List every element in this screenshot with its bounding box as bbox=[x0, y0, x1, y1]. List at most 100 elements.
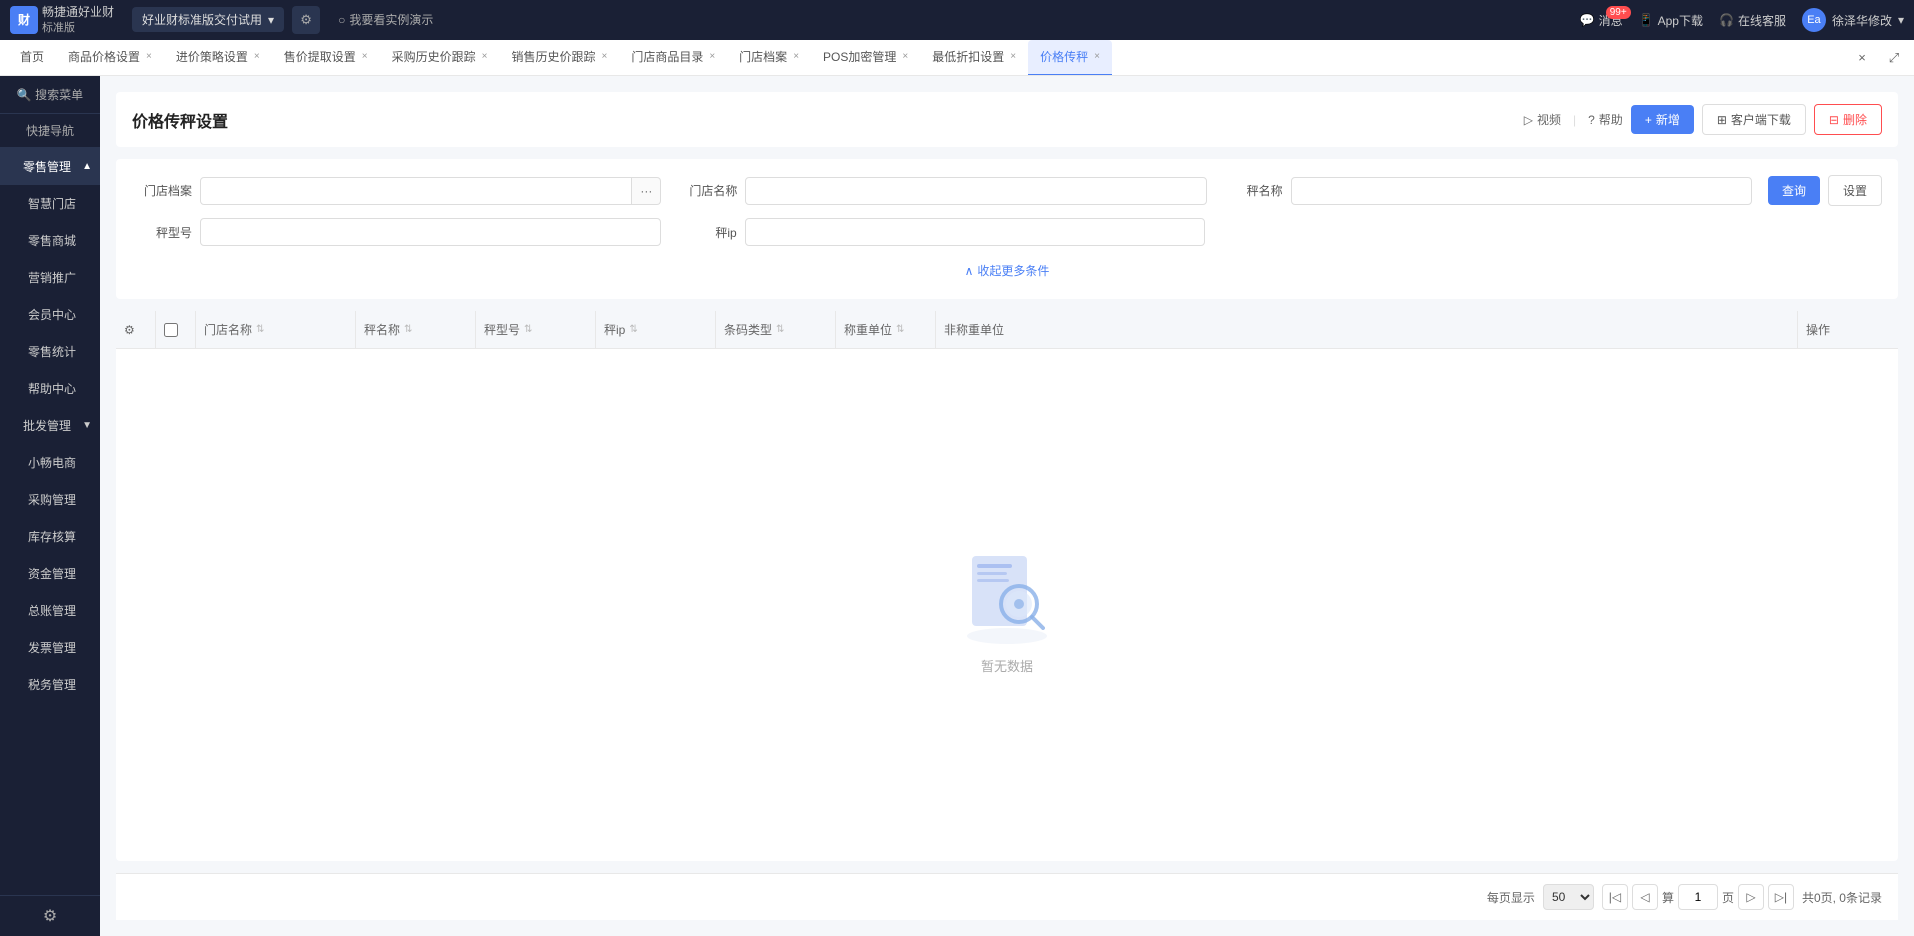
avatar: Ea bbox=[1802, 8, 1826, 32]
sidebar-item-retail[interactable]: 零售管理 ▲ bbox=[0, 148, 100, 185]
sort-scale-model-icon[interactable]: ⇅ bbox=[524, 324, 532, 335]
tab-pos-encrypt[interactable]: POS加密管理 × bbox=[811, 40, 920, 76]
page-prev-button[interactable]: ◁ bbox=[1632, 884, 1658, 910]
sidebar-item-finance[interactable]: 资金管理 bbox=[0, 555, 100, 592]
scale-name-input[interactable] bbox=[1291, 177, 1752, 205]
page-suffix: 页 bbox=[1722, 889, 1734, 906]
sort-scale-ip-icon[interactable]: ⇅ bbox=[629, 324, 637, 335]
sidebar-item-purchase-label: 采购管理 bbox=[12, 491, 92, 508]
sidebar-item-retail-mall[interactable]: 零售商城 bbox=[0, 222, 100, 259]
tab-price-scale[interactable]: 价格传秤 × bbox=[1028, 40, 1112, 76]
online-service-button[interactable]: 🎧 在线客服 bbox=[1719, 12, 1786, 29]
collapse-button[interactable]: ∧ 收起更多条件 bbox=[965, 258, 1050, 283]
tab-sale-price-close[interactable]: × bbox=[362, 51, 368, 62]
th-scale-model-label: 秤型号 bbox=[484, 321, 520, 338]
sidebar-item-tax[interactable]: 税务管理 bbox=[0, 666, 100, 703]
user-area[interactable]: Ea 徐泽华修改 ▾ bbox=[1802, 8, 1904, 32]
th-checkbox[interactable] bbox=[156, 311, 196, 348]
window-minimize-button[interactable]: × bbox=[1850, 46, 1874, 70]
scale-model-input[interactable] bbox=[200, 218, 661, 246]
per-page-select[interactable]: 50 20 100 bbox=[1543, 884, 1594, 910]
sidebar-item-wholesale[interactable]: 批发管理 ▼ bbox=[0, 407, 100, 444]
scale-ip-input[interactable] bbox=[745, 218, 1206, 246]
user-name: 徐泽华修改 bbox=[1832, 12, 1892, 29]
sidebar-item-purchase[interactable]: 采购管理 bbox=[0, 481, 100, 518]
sidebar-item-ledger[interactable]: 总账管理 bbox=[0, 592, 100, 629]
page-first-button[interactable]: |◁ bbox=[1602, 884, 1628, 910]
tab-product-price[interactable]: 商品价格设置 × bbox=[56, 40, 164, 76]
tab-sales-history-close[interactable]: × bbox=[601, 51, 607, 62]
table-section: ⚙ 门店名称 ⇅ 秤名称 ⇅ bbox=[116, 311, 1898, 861]
help-link[interactable]: ? 帮助 bbox=[1588, 111, 1623, 128]
window-maximize-button[interactable]: ⤢ bbox=[1882, 46, 1906, 70]
query-button[interactable]: 查询 bbox=[1768, 176, 1820, 205]
tab-product-price-close[interactable]: × bbox=[146, 51, 152, 62]
sidebar-item-smart-store[interactable]: 智慧门店 bbox=[0, 185, 100, 222]
sidebar-item-inventory[interactable]: 库存核算 bbox=[0, 518, 100, 555]
tab-purchase-history-close[interactable]: × bbox=[482, 51, 488, 62]
sidebar-item-marketing-label: 营销推广 bbox=[12, 269, 92, 286]
pagination-bar: 每页显示 50 20 100 |◁ ◁ 算 页 ▷ ▷| bbox=[116, 873, 1898, 920]
tab-purchase-strategy-close[interactable]: × bbox=[254, 51, 260, 62]
sort-weight-unit-icon[interactable]: ⇅ bbox=[896, 324, 904, 335]
sidebar-item-member[interactable]: 会员中心 bbox=[0, 296, 100, 333]
tab-min-discount[interactable]: 最低折扣设置 × bbox=[920, 40, 1028, 76]
tab-store-file[interactable]: 门店档案 × bbox=[727, 40, 811, 76]
sort-barcode-type-icon[interactable]: ⇅ bbox=[776, 324, 784, 335]
demo-icon: ○ bbox=[338, 13, 345, 27]
messages-button[interactable]: 💬 消息 99+ bbox=[1580, 12, 1623, 29]
settings-button[interactable]: 设置 bbox=[1828, 175, 1882, 206]
sidebar-item-marketing[interactable]: 营销推广 bbox=[0, 259, 100, 296]
sidebar-item-ecommerce[interactable]: 小畅电商 bbox=[0, 444, 100, 481]
page-last-button[interactable]: ▷| bbox=[1768, 884, 1794, 910]
demo-link[interactable]: ○ 我要看实例演示 bbox=[338, 11, 433, 28]
search-menu[interactable]: 🔍 搜索菜单 bbox=[0, 76, 100, 114]
quick-nav[interactable]: 快捷导航 bbox=[0, 114, 100, 148]
messages-badge: 99+ bbox=[1606, 6, 1631, 19]
sort-scale-name-icon[interactable]: ⇅ bbox=[404, 324, 412, 335]
sidebar-settings-button[interactable]: ⚙ bbox=[10, 906, 90, 926]
video-link[interactable]: ▷ 视频 bbox=[1524, 111, 1561, 128]
th-non-weight-unit: 非称重单位 bbox=[936, 311, 1798, 348]
sidebar-item-help[interactable]: 帮助中心 bbox=[0, 370, 100, 407]
store-file-picker-button[interactable]: ··· bbox=[632, 177, 661, 205]
tab-store-catalog[interactable]: 门店商品目录 × bbox=[619, 40, 727, 76]
th-operation: 操作 bbox=[1798, 311, 1898, 348]
sidebar-item-retail-stats[interactable]: 零售统计 bbox=[0, 333, 100, 370]
client-download-button[interactable]: ⊞ 客户端下载 bbox=[1702, 104, 1806, 135]
sort-store-name-icon[interactable]: ⇅ bbox=[256, 324, 264, 335]
store-file-input[interactable] bbox=[200, 177, 632, 205]
sidebar-item-member-label: 会员中心 bbox=[12, 306, 92, 323]
select-all-checkbox[interactable] bbox=[164, 323, 178, 337]
th-barcode-type-label: 条码类型 bbox=[724, 321, 772, 338]
tab-purchase-history[interactable]: 采购历史价跟踪 × bbox=[380, 40, 500, 76]
edition-settings-button[interactable]: ⚙ bbox=[292, 6, 320, 34]
add-label: 新增 bbox=[1656, 111, 1680, 128]
tab-pos-encrypt-close[interactable]: × bbox=[902, 51, 908, 62]
separator: | bbox=[1573, 113, 1576, 127]
app-download-label: App下载 bbox=[1658, 12, 1703, 29]
tab-min-discount-close[interactable]: × bbox=[1010, 51, 1016, 62]
add-button[interactable]: + 新增 bbox=[1631, 105, 1694, 134]
edition-selector[interactable]: 好业财标准版交付试用 ▾ bbox=[132, 7, 284, 32]
page-number-input[interactable] bbox=[1678, 884, 1718, 910]
sidebar-item-invoice[interactable]: 发票管理 bbox=[0, 629, 100, 666]
th-scale-ip: 秤ip ⇅ bbox=[596, 311, 716, 348]
page-word: 算 bbox=[1662, 889, 1674, 906]
tab-sales-history-label: 销售历史价跟踪 bbox=[511, 48, 595, 65]
tab-price-scale-close[interactable]: × bbox=[1094, 51, 1100, 62]
page-next-button[interactable]: ▷ bbox=[1738, 884, 1764, 910]
th-scale-ip-label: 秤ip bbox=[604, 321, 625, 338]
th-settings[interactable]: ⚙ bbox=[116, 311, 156, 348]
tab-sale-price[interactable]: 售价提取设置 × bbox=[272, 40, 380, 76]
tab-sales-history[interactable]: 销售历史价跟踪 × bbox=[499, 40, 619, 76]
tab-purchase-strategy[interactable]: 进价策略设置 × bbox=[164, 40, 272, 76]
tab-home[interactable]: 首页 bbox=[8, 40, 56, 76]
tab-store-catalog-close[interactable]: × bbox=[709, 51, 715, 62]
tab-store-catalog-label: 门店商品目录 bbox=[631, 48, 703, 65]
store-name-input[interactable] bbox=[745, 177, 1206, 205]
app-download-button[interactable]: 📱 App下载 bbox=[1639, 12, 1703, 29]
tab-store-file-close[interactable]: × bbox=[793, 51, 799, 62]
sidebar-item-ledger-label: 总账管理 bbox=[12, 602, 92, 619]
delete-button[interactable]: ⊟ 删除 bbox=[1814, 104, 1882, 135]
